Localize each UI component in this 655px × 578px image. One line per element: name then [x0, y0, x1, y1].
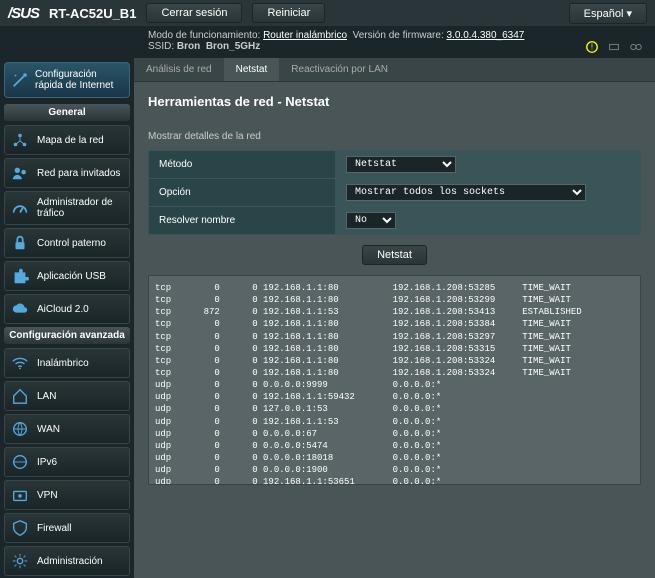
header-bar: /SUS RT-AC52U_B1 Cerrar sesión Reiniciar…	[0, 0, 655, 26]
map-icon	[11, 131, 29, 149]
method-label: Método	[149, 151, 336, 179]
wand-icon	[11, 71, 29, 89]
tab-wol[interactable]: Reactivación por LAN	[279, 58, 400, 81]
panel-title: Herramientas de red - Netstat	[148, 94, 641, 109]
shield-icon	[11, 519, 29, 537]
section-general: General	[4, 104, 130, 121]
resolve-label: Resolver nombre	[149, 207, 336, 235]
language-select[interactable]: Español ▾	[569, 3, 647, 24]
panel-subtitle: Mostrar detalles de la red	[148, 131, 641, 142]
quick-setup-button[interactable]: Configuración rápida de Internet	[4, 62, 130, 98]
home-icon	[11, 387, 29, 405]
nav-admin[interactable]: Administración	[4, 546, 130, 576]
globe-icon	[11, 453, 29, 471]
row-method: Método Netstat	[149, 151, 641, 179]
subheader: Modo de funcionamiento: Router inalámbri…	[0, 26, 655, 58]
nav-wan[interactable]: WAN	[4, 414, 130, 444]
usb-icon[interactable]	[607, 40, 621, 54]
lock-icon	[11, 234, 29, 252]
nav-wireless[interactable]: Inalámbrico	[4, 348, 130, 378]
option-select[interactable]: Mostrar todos los sockets	[346, 184, 586, 201]
nav-ipv6[interactable]: IPv6	[4, 447, 130, 477]
nav-usb[interactable]: Aplicación USB	[4, 261, 130, 291]
sidebar: Configuración rápida de Internet General…	[0, 58, 134, 578]
section-advanced: Configuración avanzada	[4, 327, 130, 344]
tabs: Análisis de red Netstat Reactivación por…	[134, 58, 655, 82]
method-select[interactable]: Netstat	[346, 156, 456, 173]
content-area: Análisis de red Netstat Reactivación por…	[134, 58, 655, 578]
option-label: Opción	[149, 179, 336, 207]
nav-lan[interactable]: LAN	[4, 381, 130, 411]
brand-logo: /SUS	[8, 5, 39, 22]
tab-analysis[interactable]: Análisis de red	[134, 58, 224, 81]
info-icon[interactable]: !	[585, 40, 599, 54]
reboot-button[interactable]: Reiniciar	[252, 3, 325, 23]
nav-parental[interactable]: Control paterno	[4, 228, 130, 258]
nav-vpn[interactable]: VPN	[4, 480, 130, 510]
netstat-output[interactable]: tcp 0 0 192.168.1.1:80 192.168.1.208:532…	[148, 275, 641, 485]
nav-aicloud[interactable]: AiCloud 2.0	[4, 294, 130, 324]
firmware-link[interactable]: 3.0.0.4.380_6347	[447, 30, 525, 41]
nav-network-map[interactable]: Mapa de la red	[4, 125, 130, 155]
resolve-select[interactable]: No	[346, 212, 396, 229]
gauge-icon	[11, 199, 29, 217]
link-icon[interactable]	[629, 40, 643, 54]
model-name: RT-AC52U_B1	[49, 6, 136, 21]
netstat-button[interactable]: Netstat	[362, 245, 427, 265]
nav-traffic[interactable]: Administrador de tráfico	[4, 191, 130, 225]
gear-icon	[11, 552, 29, 570]
cloud-icon	[11, 300, 29, 318]
nav-guest[interactable]: Red para invitados	[4, 158, 130, 188]
users-icon	[11, 164, 29, 182]
tab-netstat[interactable]: Netstat	[224, 58, 280, 81]
vpn-icon	[11, 486, 29, 504]
logout-button[interactable]: Cerrar sesión	[146, 3, 242, 23]
nav-firewall[interactable]: Firewall	[4, 513, 130, 543]
row-resolve: Resolver nombre No	[149, 207, 641, 235]
mode-link[interactable]: Router inalámbrico	[263, 30, 347, 41]
form-table: Método Netstat Opción Mostrar todos los …	[148, 150, 641, 235]
svg-text:!: !	[591, 43, 593, 52]
globe-icon	[11, 420, 29, 438]
wifi-icon	[11, 354, 29, 372]
row-option: Opción Mostrar todos los sockets	[149, 179, 641, 207]
status-icons: !	[585, 40, 643, 54]
puzzle-icon	[11, 267, 29, 285]
